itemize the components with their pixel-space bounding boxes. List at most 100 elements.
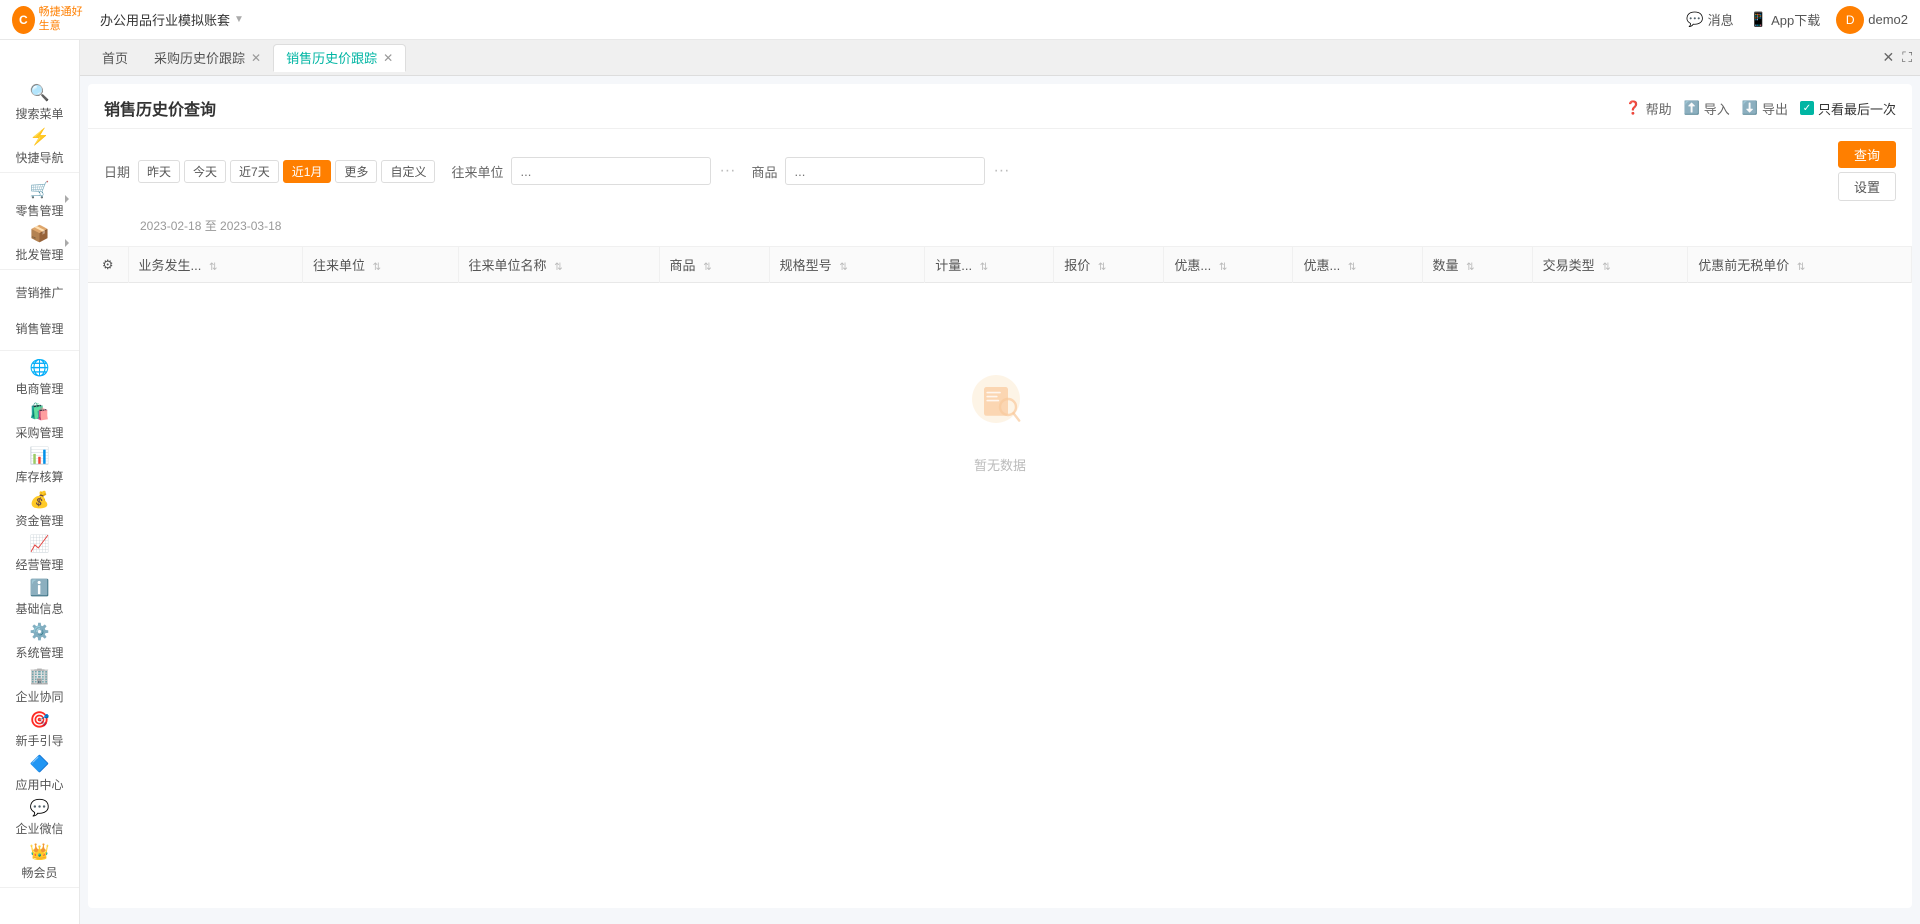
sidebar-label-system: 系统管理 — [15, 644, 63, 661]
sort-arrows-quote: ⇅ — [1098, 262, 1106, 273]
sidebar-item-inventory[interactable]: 📊 库存核算 — [0, 443, 79, 487]
sidebar-label-search: 搜索菜单 — [15, 105, 63, 122]
th-biz-date-label: 业务发生... — [139, 258, 202, 273]
sidebar-label-inventory: 库存核算 — [15, 468, 63, 485]
tab-sales-history[interactable]: 销售历史价跟踪 ✕ — [273, 44, 406, 72]
export-button[interactable]: ⬇️ 导出 — [1742, 99, 1788, 118]
th-partner-name[interactable]: 往来单位名称 ⇅ — [458, 247, 659, 283]
settings-button[interactable]: 设置 — [1838, 172, 1896, 201]
sidebar-label-marketing: 营销推广 — [15, 284, 63, 301]
th-pre-tax[interactable]: 优惠前无税单价 ⇅ — [1688, 247, 1912, 283]
sidebar-item-sales-mgmt[interactable]: 销售管理 — [0, 310, 79, 346]
tab-home[interactable]: 首页 — [88, 44, 142, 72]
partner-input[interactable] — [511, 157, 711, 185]
message-button[interactable]: 💬 消息 — [1686, 10, 1733, 29]
th-partner-code[interactable]: 往来单位 ⇅ — [302, 247, 458, 283]
settings-gear-icon[interactable]: ⚙ — [102, 257, 114, 272]
message-label: 消息 — [1708, 10, 1734, 29]
sidebar-label-finance: 资金管理 — [15, 512, 63, 529]
close-all-icon[interactable]: ✕ — [1882, 49, 1894, 66]
sidebar-label-purchase: 采购管理 — [15, 424, 63, 441]
tab-purchase-history[interactable]: 采购历史价跟踪 ✕ — [142, 44, 273, 72]
app-dropdown[interactable]: 办公用品行业模拟账套 ▼ — [92, 10, 1686, 29]
sidebar-item-wholesale[interactable]: 📦 批发管理 — [0, 221, 79, 265]
th-discount1[interactable]: 优惠... ⇅ — [1164, 247, 1293, 283]
close-tab-purchase-icon[interactable]: ✕ — [251, 51, 261, 65]
empty-text: 暂无数据 — [974, 455, 1026, 474]
sidebar-item-marketing[interactable]: 营销推广 — [0, 274, 79, 310]
th-discount1-label: 优惠... — [1174, 258, 1211, 273]
sidebar-item-newbie[interactable]: 🎯 新手引导 — [0, 707, 79, 751]
sidebar-item-retail[interactable]: 🛒 零售管理 — [0, 177, 79, 221]
date-btn-custom[interactable]: 自定义 — [381, 160, 435, 183]
sidebar-item-business[interactable]: 📈 经营管理 — [0, 531, 79, 575]
sort-arrows-discount2: ⇅ — [1348, 262, 1356, 273]
goods-dots[interactable]: ··· — [993, 162, 1009, 180]
th-unit[interactable]: 计量... ⇅ — [925, 247, 1054, 283]
logo-abbr: C — [19, 13, 28, 27]
only-last-checkbox[interactable]: ✓ — [1800, 101, 1814, 115]
app-download-button[interactable]: 📱 App下载 — [1750, 10, 1821, 29]
partner-dots[interactable]: ··· — [719, 162, 735, 180]
fullscreen-icon[interactable]: ⛶ — [1902, 49, 1912, 66]
sidebar-item-system[interactable]: ⚙️ 系统管理 — [0, 619, 79, 663]
action-buttons: 查询 设置 — [1838, 141, 1896, 201]
date-btn-yesterday[interactable]: 昨天 — [138, 160, 180, 183]
th-quantity[interactable]: 数量 ⇅ — [1422, 247, 1532, 283]
empty-illustration — [960, 363, 1040, 443]
member-icon: 👑 — [30, 842, 50, 862]
query-button[interactable]: 查询 — [1838, 141, 1896, 168]
th-trade-type[interactable]: 交易类型 ⇅ — [1532, 247, 1688, 283]
import-button[interactable]: ⬆️ 导入 — [1684, 99, 1730, 118]
close-tab-sales-icon[interactable]: ✕ — [383, 51, 393, 65]
sidebar-item-enterprise-wechat[interactable]: 💬 企业微信 — [0, 795, 79, 839]
date-btn-last1m[interactable]: 近1月 — [283, 160, 332, 183]
logo-icon: C — [12, 6, 35, 34]
th-partner-code-label: 往来单位 — [313, 258, 365, 273]
sort-arrows-unit: ⇅ — [980, 262, 988, 273]
sidebar-item-member[interactable]: 👑 畅会员 — [0, 839, 79, 883]
sort-arrows-trade-type: ⇅ — [1602, 262, 1610, 273]
sidebar-item-search-menu[interactable]: 🔍 搜索菜单 — [0, 80, 79, 124]
th-discount2[interactable]: 优惠... ⇅ — [1293, 247, 1422, 283]
date-btn-more[interactable]: 更多 — [335, 160, 377, 183]
sidebar-label-retail: 零售管理 — [15, 202, 63, 219]
dropdown-label: 办公用品行业模拟账套 — [100, 10, 230, 29]
th-trade-type-label: 交易类型 — [1543, 258, 1595, 273]
sidebar-label-enterprise: 企业协同 — [15, 688, 63, 705]
th-biz-date[interactable]: 业务发生... ⇅ — [128, 247, 302, 283]
date-btn-last7[interactable]: 近7天 — [230, 160, 279, 183]
partner-filter-group: 往来单位 ··· — [451, 157, 735, 185]
sidebar-item-ecommerce[interactable]: 🌐 电商管理 — [0, 355, 79, 399]
date-btn-today[interactable]: 今天 — [184, 160, 226, 183]
only-last-checkbox-label[interactable]: ✓ 只看最后一次 — [1800, 99, 1896, 118]
app-center-icon: 🔷 — [30, 754, 50, 774]
sidebar-section-retail: 🛒 零售管理 📦 批发管理 — [0, 173, 79, 270]
logo-text: 畅捷通好生意 — [39, 6, 92, 32]
sidebar-item-basic-info[interactable]: ℹ️ 基础信息 — [0, 575, 79, 619]
user-area[interactable]: D demo2 — [1836, 6, 1908, 34]
filter-area: 日期 昨天 今天 近7天 近1月 更多 自定义 往来单位 ··· 商品 — [88, 129, 1912, 247]
tab-bar: 首页 采购历史价跟踪 ✕ 销售历史价跟踪 ✕ ✕ ⛶ — [80, 40, 1920, 76]
mobile-icon: 📱 — [1750, 11, 1767, 28]
help-button[interactable]: ❓ 帮助 — [1625, 99, 1671, 118]
sidebar: 🔍 搜索菜单 ⚡ 快捷导航 🛒 零售管理 📦 批发管理 营销推广 销售管理 🌐 … — [0, 40, 80, 924]
goods-label: 商品 — [751, 162, 777, 181]
sidebar-item-enterprise[interactable]: 🏢 企业协同 — [0, 663, 79, 707]
th-goods[interactable]: 商品 ⇅ — [659, 247, 769, 283]
sidebar-item-quick-nav[interactable]: ⚡ 快捷导航 — [0, 124, 79, 168]
import-icon: ⬆️ — [1684, 100, 1700, 116]
sidebar-label-wholesale: 批发管理 — [15, 246, 63, 263]
th-quote[interactable]: 报价 ⇅ — [1054, 247, 1164, 283]
th-settings[interactable]: ⚙ — [88, 247, 128, 283]
th-spec[interactable]: 规格型号 ⇅ — [769, 247, 925, 283]
date-filter-group: 日期 昨天 今天 近7天 近1月 更多 自定义 — [104, 160, 435, 183]
th-quantity-label: 数量 — [1433, 258, 1459, 273]
sidebar-section-marketing: 营销推广 销售管理 — [0, 270, 79, 351]
sidebar-item-app-center[interactable]: 🔷 应用中心 — [0, 751, 79, 795]
sidebar-item-purchase[interactable]: 🛍️ 采购管理 — [0, 399, 79, 443]
goods-input[interactable] — [785, 157, 985, 185]
sidebar-item-finance[interactable]: 💰 资金管理 — [0, 487, 79, 531]
home-label: 首页 — [102, 48, 128, 67]
page-header: 销售历史价查询 ❓ 帮助 ⬆️ 导入 ⬇️ 导出 ✓ 只看最后一次 — [88, 84, 1912, 129]
